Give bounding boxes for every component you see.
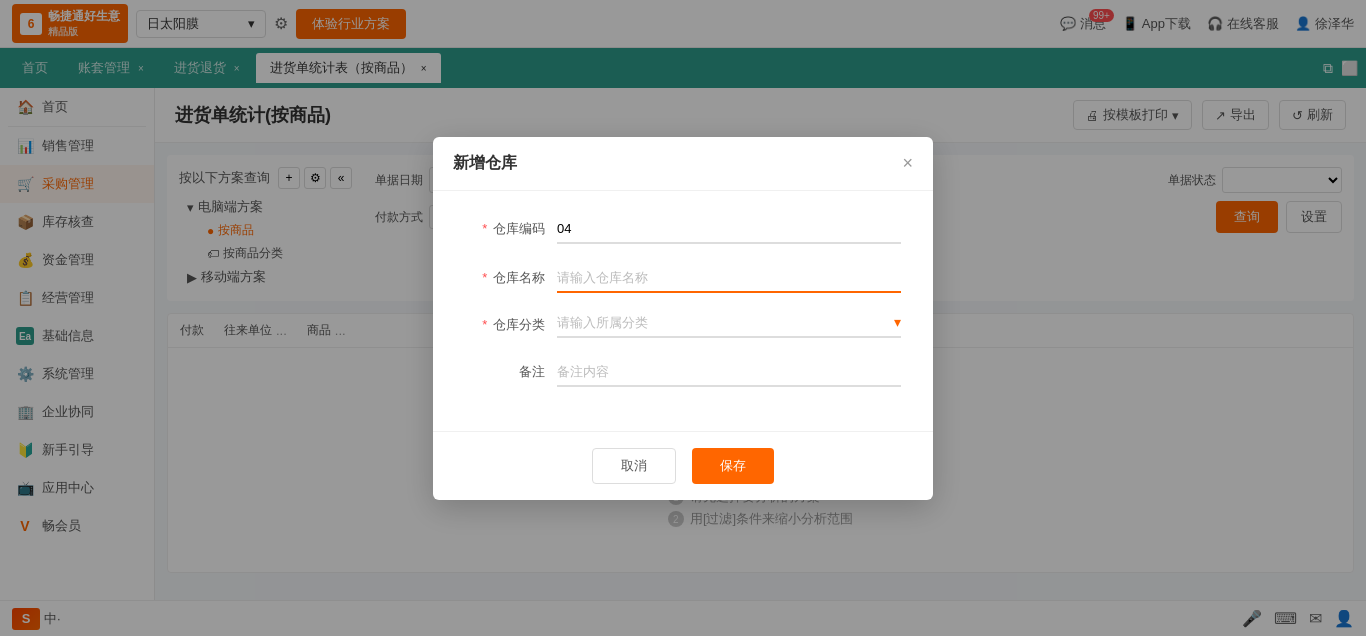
- code-input[interactable]: [557, 215, 901, 244]
- note-input[interactable]: [557, 358, 901, 387]
- code-label-wrap: * 仓库编码: [465, 220, 545, 238]
- form-row-category: * 仓库分类 ▾: [465, 313, 901, 338]
- name-label: 仓库名称: [493, 270, 545, 285]
- name-label-wrap: * 仓库名称: [465, 269, 545, 287]
- dialog-close-button[interactable]: ×: [902, 153, 913, 174]
- dialog-footer: 取消 保存: [433, 431, 933, 500]
- category-label: 仓库分类: [493, 317, 545, 332]
- category-dropdown-icon[interactable]: ▾: [894, 314, 901, 330]
- note-label: 备注: [519, 364, 545, 379]
- category-input[interactable]: [557, 313, 894, 332]
- code-label: 仓库编码: [493, 221, 545, 236]
- required-star-code: *: [482, 221, 487, 236]
- form-row-note: 备注: [465, 358, 901, 387]
- note-label-wrap: 备注: [465, 363, 545, 381]
- required-star-name: *: [482, 270, 487, 285]
- category-select-wrap: ▾: [557, 313, 901, 338]
- required-star-category: *: [482, 317, 487, 332]
- form-row-name: * 仓库名称: [465, 264, 901, 293]
- category-label-wrap: * 仓库分类: [465, 316, 545, 334]
- dialog-title: 新增仓库: [453, 153, 517, 174]
- dialog-body: * 仓库编码 * 仓库名称 * 仓库分类: [433, 191, 933, 431]
- modal-overlay[interactable]: 新增仓库 × * 仓库编码 * 仓库名称: [0, 0, 1366, 636]
- save-button[interactable]: 保存: [692, 448, 774, 484]
- dialog-header: 新增仓库 ×: [433, 137, 933, 191]
- form-row-code: * 仓库编码: [465, 215, 901, 244]
- name-input[interactable]: [557, 264, 901, 293]
- cancel-button[interactable]: 取消: [592, 448, 676, 484]
- new-warehouse-dialog: 新增仓库 × * 仓库编码 * 仓库名称: [433, 137, 933, 500]
